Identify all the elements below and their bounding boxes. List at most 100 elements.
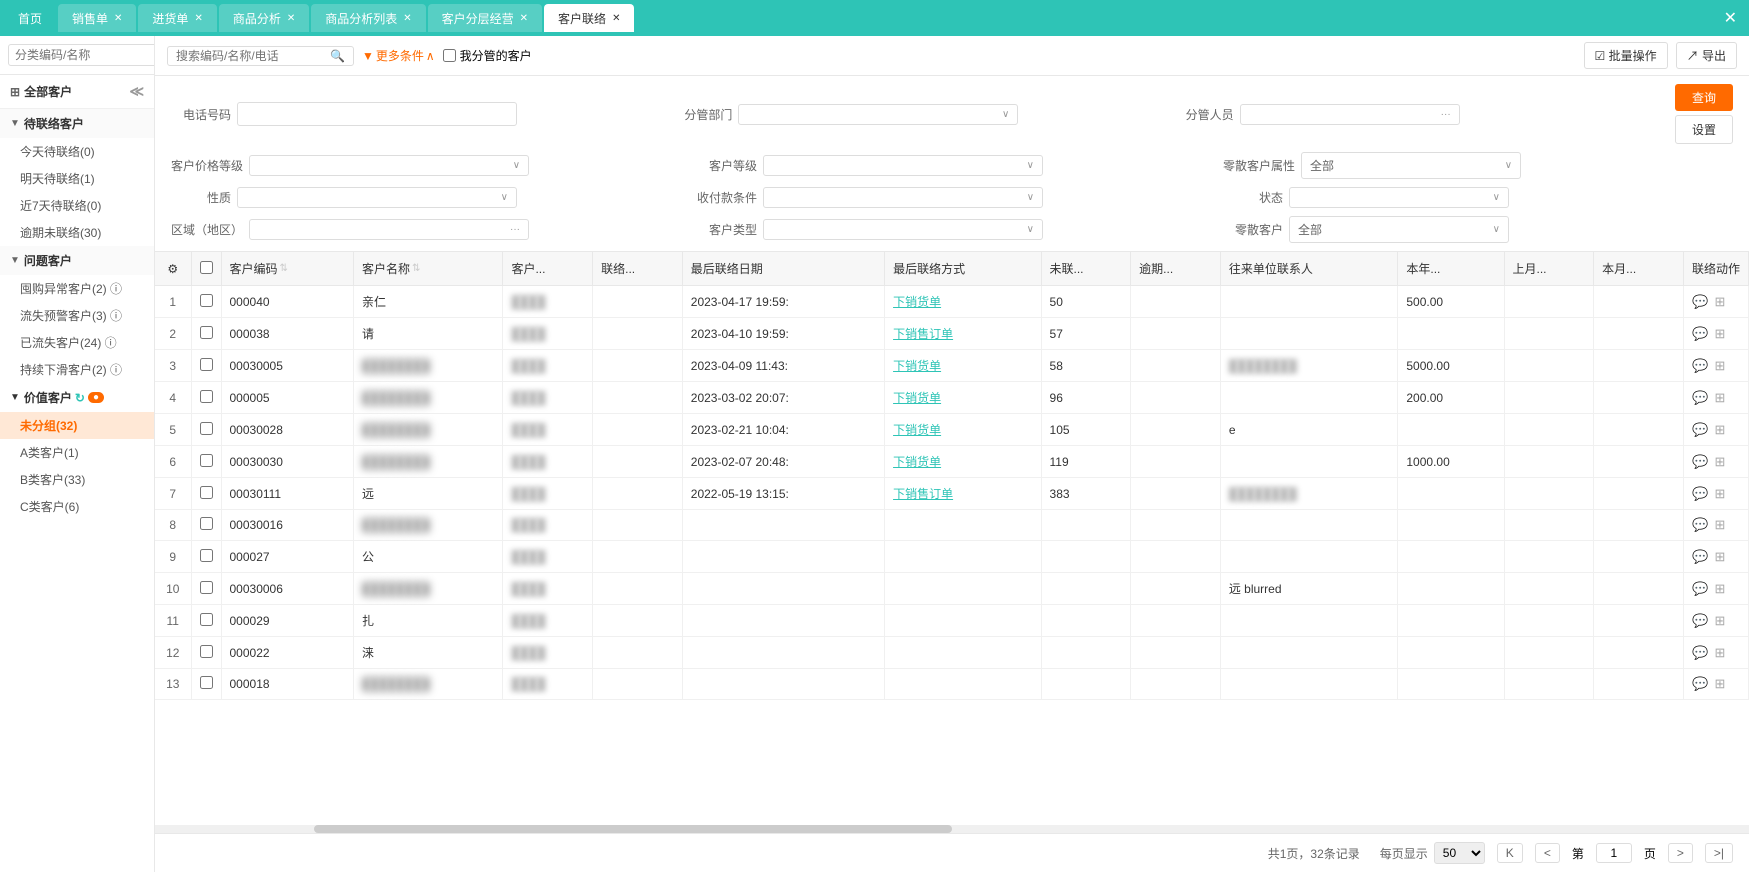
grid-action-icon[interactable]: ⊞ (1715, 486, 1726, 501)
row-checkbox[interactable] (200, 326, 213, 339)
row-check[interactable] (191, 510, 221, 541)
sidebar-item-churned[interactable]: 已流失客户(24) ⓘ (0, 329, 154, 356)
sidebar-item-churn-warn[interactable]: 流失预警客户(3) ⓘ (0, 302, 154, 329)
row-check[interactable] (191, 637, 221, 669)
row-check[interactable] (191, 541, 221, 573)
grid-action-icon[interactable]: ⊞ (1715, 645, 1726, 660)
row-check[interactable] (191, 318, 221, 350)
grid-action-icon[interactable]: ⊞ (1715, 581, 1726, 596)
chat-icon[interactable]: 💬 (1692, 454, 1708, 469)
window-close-icon[interactable]: ✕ (1716, 8, 1745, 28)
page-size-select[interactable]: 50 100 (1434, 842, 1485, 864)
tab-product-list[interactable]: 商品分析列表 ✕ (311, 4, 425, 32)
sidebar-group-problem[interactable]: ▼ 问题客户 (0, 246, 154, 275)
status-select[interactable]: ∨ (1289, 187, 1509, 208)
row-checkbox[interactable] (200, 390, 213, 403)
tab-product-analysis-close[interactable]: ✕ (287, 13, 295, 24)
my-customers-filter[interactable]: 我分管的客户 (443, 47, 532, 64)
tab-customer-segment[interactable]: 客户分层经营 ✕ (428, 4, 542, 32)
staff-select[interactable]: ··· (1240, 104, 1460, 125)
sort-code[interactable]: 客户编码 (230, 260, 346, 277)
tab-purchase[interactable]: 进货单 ✕ (138, 4, 216, 32)
sidebar-item-ungroup[interactable]: 未分组(32) (0, 412, 154, 439)
row-checkbox[interactable] (200, 645, 213, 658)
last-page-btn[interactable]: >| (1705, 843, 1733, 863)
region-select[interactable]: ··· (249, 219, 529, 240)
grid-action-icon[interactable]: ⊞ (1715, 549, 1726, 564)
last-method-link[interactable]: 下销货单 (893, 455, 941, 469)
more-conditions-btn[interactable]: ▼ 更多条件 ∧ (362, 47, 435, 64)
customer-level-select[interactable]: ∨ (763, 155, 1043, 176)
row-check[interactable] (191, 605, 221, 637)
sidebar-item-class-a[interactable]: A类客户(1) (0, 439, 154, 466)
chat-icon[interactable]: 💬 (1692, 517, 1708, 532)
chat-icon[interactable]: 💬 (1692, 613, 1708, 628)
row-check[interactable] (191, 478, 221, 510)
tab-product-analysis[interactable]: 商品分析 ✕ (219, 4, 309, 32)
chat-icon[interactable]: 💬 (1692, 676, 1708, 691)
grid-action-icon[interactable]: ⊞ (1715, 517, 1726, 532)
row-check[interactable] (191, 350, 221, 382)
export-btn[interactable]: ↗ 导出 (1676, 42, 1737, 69)
chat-icon[interactable]: 💬 (1692, 581, 1708, 596)
search-icon[interactable]: 🔍 (330, 49, 345, 63)
gender-select[interactable]: ∨ (237, 187, 517, 208)
grid-action-icon[interactable]: ⊞ (1715, 326, 1726, 341)
first-page-btn[interactable]: K (1497, 843, 1523, 863)
tab-customer-contact[interactable]: 客户联络 ✕ (544, 4, 634, 32)
customer-type-select[interactable]: ∨ (763, 219, 1043, 240)
sort-name[interactable]: 客户名称 (362, 260, 494, 277)
batch-btn[interactable]: ☑ 批量操作 (1584, 42, 1668, 69)
row-checkbox[interactable] (200, 517, 213, 530)
row-checkbox[interactable] (200, 358, 213, 371)
chat-icon[interactable]: 💬 (1692, 549, 1708, 564)
select-all-checkbox[interactable] (200, 261, 213, 274)
chat-icon[interactable]: 💬 (1692, 422, 1708, 437)
sidebar-item-class-c[interactable]: C类客户(6) (0, 493, 154, 520)
last-method-link[interactable]: 下销货单 (893, 391, 941, 405)
grid-action-icon[interactable]: ⊞ (1715, 613, 1726, 628)
grid-action-icon[interactable]: ⊞ (1715, 294, 1726, 309)
grid-action-icon[interactable]: ⊞ (1715, 422, 1726, 437)
tab-customer-segment-close[interactable]: ✕ (520, 13, 528, 24)
chat-icon[interactable]: 💬 (1692, 486, 1708, 501)
chat-icon[interactable]: 💬 (1692, 390, 1708, 405)
search-input[interactable] (176, 49, 326, 63)
sidebar-item-week[interactable]: 近7天待联络(0) (0, 192, 154, 219)
grid-action-icon[interactable]: ⊞ (1715, 676, 1726, 691)
row-checkbox[interactable] (200, 613, 213, 626)
last-method-link[interactable]: 下销货单 (893, 423, 941, 437)
row-checkbox[interactable] (200, 486, 213, 499)
chat-icon[interactable]: 💬 (1692, 358, 1708, 373)
grid-action-icon[interactable]: ⊞ (1715, 358, 1726, 373)
page-number-input[interactable] (1596, 843, 1632, 863)
row-check[interactable] (191, 286, 221, 318)
payment-select[interactable]: ∨ (763, 187, 1043, 208)
scrollbar-thumb[interactable] (314, 825, 952, 833)
sidebar-all-customers[interactable]: ⊞ 全部客户 ≪ (0, 75, 154, 109)
tab-customer-contact-close[interactable]: ✕ (612, 13, 620, 24)
sidebar-item-overdue[interactable]: 逾期未联络(30) (0, 219, 154, 246)
sidebar-item-tomorrow[interactable]: 明天待联络(1) (0, 165, 154, 192)
dept-select[interactable]: ∨ (738, 104, 1018, 125)
tab-sales[interactable]: 销售单 ✕ (58, 4, 136, 32)
chat-icon[interactable]: 💬 (1692, 294, 1708, 309)
th-checkbox[interactable] (191, 252, 221, 286)
retail-attr-select[interactable]: 全部 ∨ (1301, 152, 1521, 179)
row-check[interactable] (191, 446, 221, 478)
price-level-select[interactable]: ∨ (249, 155, 529, 176)
prev-page-btn[interactable]: < (1535, 843, 1560, 863)
sidebar-collapse-icon[interactable]: ≪ (129, 83, 144, 100)
grid-action-icon[interactable]: ⊞ (1715, 390, 1726, 405)
row-check[interactable] (191, 414, 221, 446)
row-check[interactable] (191, 573, 221, 605)
row-checkbox[interactable] (200, 422, 213, 435)
phone-input[interactable] (237, 102, 517, 126)
last-method-link[interactable]: 下销货单 (893, 295, 941, 309)
tab-home[interactable]: 首页 (4, 4, 56, 32)
row-check[interactable] (191, 382, 221, 414)
tab-sales-close[interactable]: ✕ (114, 13, 122, 24)
sidebar-item-declining[interactable]: 持续下滑客户(2) ⓘ (0, 356, 154, 383)
last-method-link[interactable]: 下销售订单 (893, 487, 953, 501)
my-customers-checkbox[interactable] (443, 49, 456, 62)
